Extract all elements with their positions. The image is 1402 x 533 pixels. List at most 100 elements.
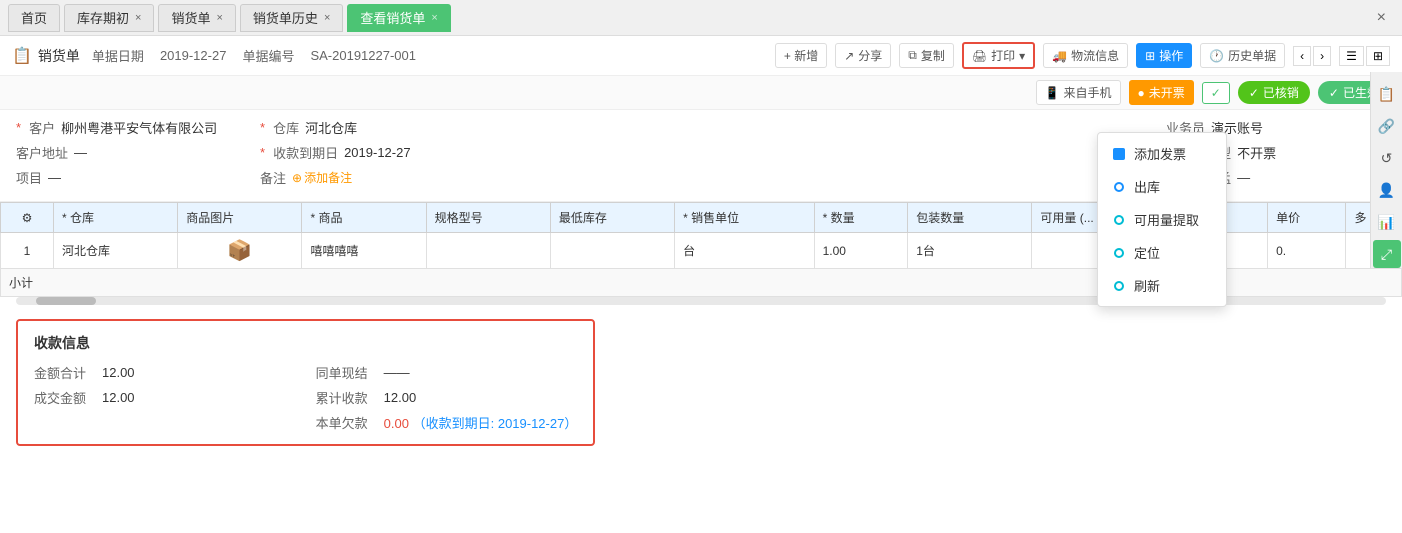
transaction-label: 成交金额 bbox=[34, 388, 94, 407]
share-button[interactable]: ↗ 分享 bbox=[835, 43, 891, 68]
project-value: — bbox=[48, 170, 61, 185]
operate-label: 操作 bbox=[1159, 47, 1183, 64]
logistics-icon: 🚚 bbox=[1052, 49, 1067, 63]
note-label: 备注 bbox=[260, 168, 286, 187]
tab-sales-history-close[interactable]: × bbox=[324, 12, 330, 24]
tab-inventory-label: 库存期初 bbox=[77, 8, 129, 27]
bottom-section: 收款信息 金额合计 12.00 同单现结 —— 成交金额 12.00 bbox=[0, 309, 1402, 456]
outbound-label: 出库 bbox=[1134, 177, 1160, 196]
tab-inventory-close[interactable]: × bbox=[135, 12, 141, 24]
warehouse-field: * 仓库 河北仓库 bbox=[260, 118, 480, 137]
print-dropdown-arrow[interactable]: ▾ bbox=[1019, 49, 1025, 63]
tab-view-sales[interactable]: 查看销货单 × bbox=[347, 4, 450, 32]
col-sales-unit: * 销售单位 bbox=[675, 203, 815, 233]
tab-sales[interactable]: 销货单 × bbox=[158, 4, 235, 32]
sidebar-icon-2[interactable]: 🔗 bbox=[1373, 112, 1401, 140]
scroll-thumb[interactable] bbox=[36, 297, 96, 305]
not-open-button[interactable]: ● 未开票 bbox=[1129, 80, 1194, 105]
doc-date-label: 单据日期 bbox=[92, 46, 144, 65]
arrears-row: 本单欠款 0.00 （收款到期日: 2019-12-27） bbox=[316, 413, 578, 432]
tab-home-label: 首页 bbox=[21, 8, 47, 27]
logistics-label: 物流信息 bbox=[1071, 47, 1119, 64]
history-icon: 🕐 bbox=[1209, 49, 1224, 63]
copy-label: 复制 bbox=[921, 47, 945, 64]
refresh-item[interactable]: 刷新 bbox=[1098, 269, 1226, 302]
tab-inventory[interactable]: 库存期初 × bbox=[64, 4, 154, 32]
note-field: 备注 ⊕ 添加备注 bbox=[260, 168, 480, 187]
list-view-button[interactable]: ☰ bbox=[1339, 46, 1364, 66]
salesperson2-value: — bbox=[1237, 170, 1250, 185]
col-pack-qty: 包装数量 bbox=[908, 203, 1032, 233]
arrears-label: 本单欠款 bbox=[316, 413, 376, 432]
total-label: 金额合计 bbox=[34, 363, 94, 382]
locate-icon bbox=[1112, 246, 1126, 260]
phone-icon: 📱 bbox=[1045, 86, 1060, 100]
same-order-label: 同单现结 bbox=[316, 363, 376, 382]
cell-pack-qty: 1台 bbox=[908, 233, 1032, 269]
sidebar-icon-expand[interactable]: ⤢ bbox=[1373, 240, 1401, 268]
print-button[interactable]: 🖨 打印 ▾ bbox=[962, 42, 1035, 69]
sidebar-icon-4[interactable]: 👤 bbox=[1373, 176, 1401, 204]
sub-toolbar: 📱 来自手机 ● 未开票 ✓ ✓ 已核销 ✓ 已生效 bbox=[0, 76, 1402, 110]
add-invoice-item[interactable]: 添加发票 bbox=[1098, 137, 1226, 170]
share-label: 分享 bbox=[858, 47, 882, 64]
add-invoice-icon bbox=[1112, 147, 1126, 161]
arrears-value: 0.00 （收款到期日: 2019-12-27） bbox=[384, 413, 578, 432]
history-button[interactable]: 🕐 历史单据 bbox=[1200, 43, 1285, 68]
outbound-icon bbox=[1112, 180, 1126, 194]
from-phone-label: 来自手机 bbox=[1064, 84, 1112, 101]
locate-item[interactable]: 定位 bbox=[1098, 236, 1226, 269]
tab-home[interactable]: 首页 bbox=[8, 4, 60, 32]
doc-meta: 单据日期 2019-12-27 单据编号 SA-20191227-001 bbox=[92, 46, 416, 65]
prev-button[interactable]: ‹ bbox=[1293, 46, 1311, 66]
grid-view-button[interactable]: ⊞ bbox=[1366, 46, 1390, 66]
arrears-note: （收款到期日: 2019-12-27） bbox=[413, 416, 578, 431]
warehouse-required: * bbox=[260, 120, 265, 135]
col-product: * 商品 bbox=[302, 203, 426, 233]
tab-bar: 首页 库存期初 × 销货单 × 销货单历史 × 查看销货单 × × bbox=[0, 0, 1402, 36]
sidebar-icon-5[interactable]: 📊 bbox=[1373, 208, 1401, 236]
address-field: 客户地址 — bbox=[16, 143, 236, 162]
operation-dropdown: 添加发票 出库 可用量提取 定位 bbox=[1097, 132, 1227, 307]
logistics-button[interactable]: 🚚 物流信息 bbox=[1043, 43, 1128, 68]
project-label: 项目 bbox=[16, 168, 42, 187]
operate-button[interactable]: ⊞ 操作 bbox=[1136, 43, 1192, 68]
col-spec: 规格型号 bbox=[426, 203, 550, 233]
sidebar-icon-1[interactable]: 📋 bbox=[1373, 80, 1401, 108]
warehouse-value: 河北仓库 bbox=[305, 118, 357, 137]
tab-sales-label: 销货单 bbox=[171, 8, 210, 27]
effective-icon: ✓ bbox=[1329, 86, 1339, 100]
add-note-icon: ⊕ bbox=[292, 171, 302, 185]
customer-field: * 客户 柳州粤港平安气体有限公司 bbox=[16, 118, 236, 137]
checked-button[interactable]: ✓ 已核销 bbox=[1238, 81, 1310, 104]
confirm-button[interactable]: ✓ bbox=[1202, 82, 1230, 104]
payment-title: 收款信息 bbox=[34, 333, 577, 353]
payment-grid: 金额合计 12.00 同单现结 —— 成交金额 12.00 累计收款 12.00 bbox=[34, 363, 577, 432]
available-qty-item[interactable]: 可用量提取 bbox=[1098, 203, 1226, 236]
payment-date-value: 2019-12-27 bbox=[344, 145, 411, 160]
tab-sales-close[interactable]: × bbox=[216, 12, 222, 24]
transaction-value: 12.00 bbox=[102, 390, 135, 405]
share-icon: ↗ bbox=[844, 49, 854, 63]
col-unit-price: 单价 bbox=[1268, 203, 1346, 233]
refresh-label: 刷新 bbox=[1134, 276, 1160, 295]
address-label: 客户地址 bbox=[16, 143, 68, 162]
available-qty-icon bbox=[1112, 213, 1126, 227]
sidebar-icon-3[interactable]: ↺ bbox=[1373, 144, 1401, 172]
customer-required: * bbox=[16, 120, 21, 135]
copy-button[interactable]: ⧉ 复制 bbox=[899, 43, 954, 68]
add-invoice-label: 添加发票 bbox=[1134, 144, 1186, 163]
window-close-button[interactable]: × bbox=[1369, 9, 1394, 27]
outbound-item[interactable]: 出库 bbox=[1098, 170, 1226, 203]
tab-sales-history[interactable]: 销货单历史 × bbox=[240, 4, 343, 32]
add-note-label: 添加备注 bbox=[304, 169, 352, 186]
cell-index: 1 bbox=[1, 233, 54, 269]
arrears-amount: 0.00 bbox=[384, 416, 409, 431]
add-note-button[interactable]: ⊕ 添加备注 bbox=[292, 169, 352, 186]
cell-quantity: 1.00 bbox=[814, 233, 908, 269]
tab-view-sales-close[interactable]: × bbox=[431, 12, 437, 24]
next-button[interactable]: › bbox=[1313, 46, 1331, 66]
col-settings[interactable]: ⚙ bbox=[1, 203, 54, 233]
new-button[interactable]: + 新增 bbox=[775, 43, 827, 68]
from-phone-button[interactable]: 📱 来自手机 bbox=[1036, 80, 1121, 105]
